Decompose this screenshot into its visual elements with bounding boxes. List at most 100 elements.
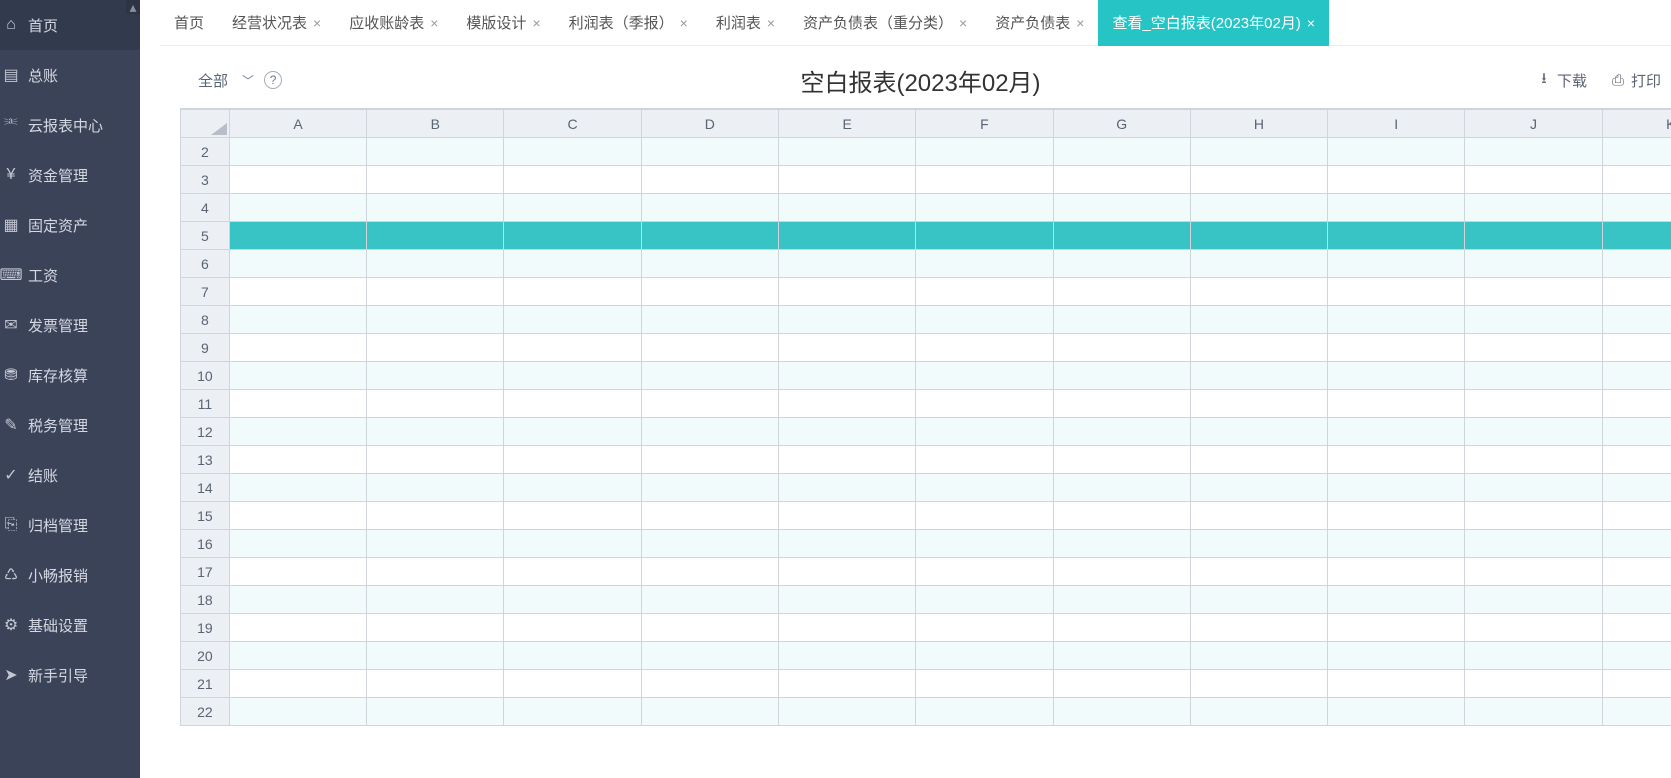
cell[interactable] — [229, 698, 366, 726]
close-icon[interactable]: × — [1307, 15, 1315, 31]
cell[interactable] — [1190, 362, 1327, 390]
tab[interactable]: 利润表× — [702, 0, 789, 46]
close-icon[interactable]: × — [767, 15, 775, 31]
cell[interactable] — [1190, 474, 1327, 502]
row-header[interactable]: 3 — [181, 166, 230, 194]
cell[interactable] — [1465, 194, 1602, 222]
sidebar-item-archive[interactable]: ⎘归档管理 — [0, 500, 140, 550]
cell[interactable] — [1053, 390, 1190, 418]
cell[interactable] — [1053, 558, 1190, 586]
cell[interactable] — [367, 502, 504, 530]
cell[interactable] — [916, 446, 1053, 474]
cell[interactable] — [641, 250, 778, 278]
cell[interactable] — [916, 614, 1053, 642]
cell[interactable] — [1190, 222, 1327, 250]
cell[interactable] — [1053, 698, 1190, 726]
cell[interactable] — [229, 670, 366, 698]
cell[interactable] — [1053, 306, 1190, 334]
cell[interactable] — [229, 502, 366, 530]
cell[interactable] — [641, 502, 778, 530]
cell[interactable] — [229, 558, 366, 586]
cell[interactable] — [229, 614, 366, 642]
cell[interactable] — [367, 250, 504, 278]
sidebar-item-invoice[interactable]: ✉发票管理 — [0, 300, 140, 350]
cell[interactable] — [504, 670, 641, 698]
cell[interactable] — [778, 558, 915, 586]
cell[interactable] — [916, 558, 1053, 586]
cell[interactable] — [1190, 642, 1327, 670]
cell[interactable] — [1328, 474, 1465, 502]
cell[interactable] — [916, 166, 1053, 194]
row-header[interactable]: 15 — [181, 502, 230, 530]
cell[interactable] — [916, 362, 1053, 390]
cell[interactable] — [504, 278, 641, 306]
cell[interactable] — [778, 502, 915, 530]
cell[interactable] — [1328, 334, 1465, 362]
cell[interactable] — [1190, 278, 1327, 306]
close-icon[interactable]: × — [1076, 15, 1084, 31]
cell[interactable] — [1465, 390, 1602, 418]
cell[interactable] — [778, 166, 915, 194]
cell[interactable] — [1328, 586, 1465, 614]
cell[interactable] — [641, 558, 778, 586]
cell[interactable] — [1190, 306, 1327, 334]
cell[interactable] — [229, 530, 366, 558]
cell[interactable] — [1053, 138, 1190, 166]
cell[interactable] — [778, 418, 915, 446]
cell[interactable] — [367, 138, 504, 166]
cell[interactable] — [1465, 138, 1602, 166]
column-header[interactable]: B — [367, 110, 504, 138]
cell[interactable] — [1328, 194, 1465, 222]
sidebar-item-tax[interactable]: ✎税务管理 — [0, 400, 140, 450]
cell[interactable] — [1053, 250, 1190, 278]
cell[interactable] — [367, 362, 504, 390]
close-icon[interactable]: × — [680, 15, 688, 31]
row-header[interactable]: 18 — [181, 586, 230, 614]
cell[interactable] — [1190, 698, 1327, 726]
cell[interactable] — [1465, 250, 1602, 278]
download-button[interactable]: ⭳ 下载 — [1535, 68, 1587, 93]
cell[interactable] — [1465, 474, 1602, 502]
help-icon[interactable]: ? — [264, 71, 282, 89]
cell[interactable] — [916, 418, 1053, 446]
row-header[interactable]: 7 — [181, 278, 230, 306]
cell[interactable] — [1190, 670, 1327, 698]
row-header[interactable]: 19 — [181, 614, 230, 642]
cell[interactable] — [504, 614, 641, 642]
cell[interactable] — [778, 278, 915, 306]
cell[interactable] — [778, 390, 915, 418]
cell[interactable] — [1465, 586, 1602, 614]
row-header[interactable]: 17 — [181, 558, 230, 586]
cell[interactable] — [1328, 502, 1465, 530]
cell[interactable] — [504, 166, 641, 194]
cell[interactable] — [1602, 474, 1671, 502]
cell[interactable] — [778, 474, 915, 502]
cell[interactable] — [641, 306, 778, 334]
cell[interactable] — [1465, 502, 1602, 530]
cell[interactable] — [367, 670, 504, 698]
cell[interactable] — [1053, 222, 1190, 250]
cell[interactable] — [1465, 446, 1602, 474]
cell[interactable] — [1190, 502, 1327, 530]
cell[interactable] — [778, 698, 915, 726]
row-header[interactable]: 4 — [181, 194, 230, 222]
cell[interactable] — [367, 166, 504, 194]
tab[interactable]: 经营状况表× — [218, 0, 335, 46]
cell[interactable] — [1190, 390, 1327, 418]
cell[interactable] — [504, 558, 641, 586]
column-header[interactable]: E — [778, 110, 915, 138]
tab[interactable]: 资产负债表（重分类）× — [789, 0, 981, 46]
cell[interactable] — [1602, 502, 1671, 530]
cell[interactable] — [229, 334, 366, 362]
row-header[interactable]: 16 — [181, 530, 230, 558]
tab[interactable]: 查看_空白报表(2023年02月)× — [1098, 0, 1329, 46]
cell[interactable] — [1328, 418, 1465, 446]
row-header[interactable]: 2 — [181, 138, 230, 166]
cell[interactable] — [367, 334, 504, 362]
cell[interactable] — [229, 278, 366, 306]
cell[interactable] — [367, 698, 504, 726]
column-header[interactable]: G — [1053, 110, 1190, 138]
cell[interactable] — [916, 502, 1053, 530]
cell[interactable] — [1602, 614, 1671, 642]
cell[interactable] — [1328, 670, 1465, 698]
